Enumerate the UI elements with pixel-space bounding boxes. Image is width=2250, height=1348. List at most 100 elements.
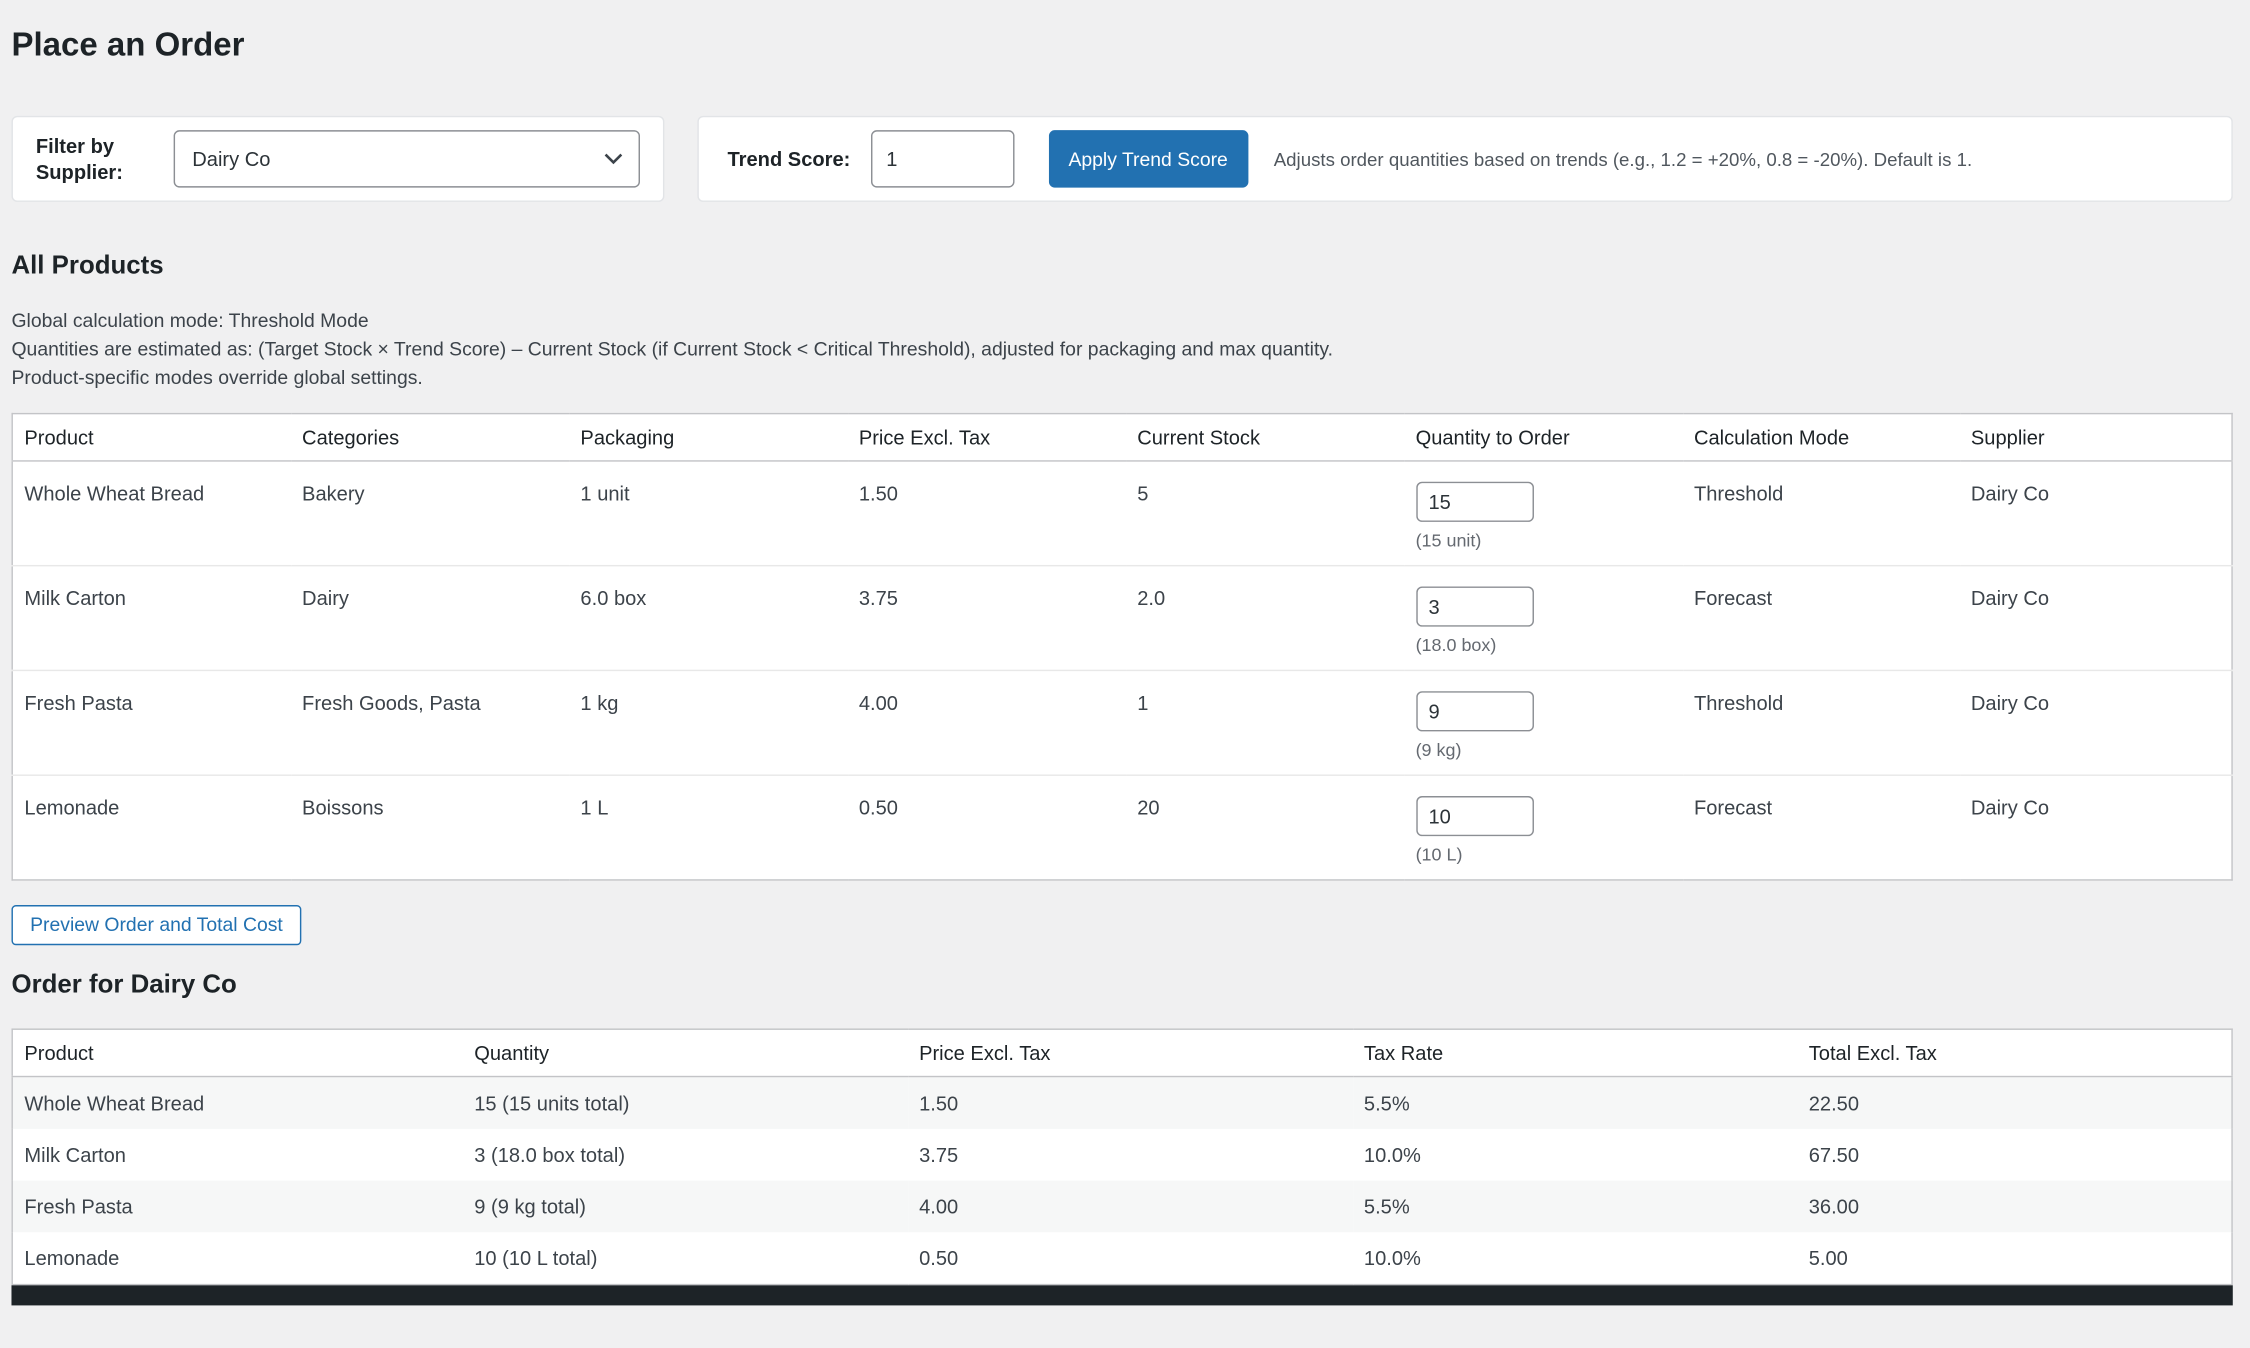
price-cell: 0.50 bbox=[847, 774, 1126, 880]
quantity-input[interactable] bbox=[1415, 691, 1534, 732]
table-row: Fresh Pasta Fresh Goods, Pasta 1 kg 4.00… bbox=[12, 669, 2233, 776]
total-cell: 36.00 bbox=[1808, 1194, 1860, 1218]
products-table: Product Categories Packaging Price Excl.… bbox=[11, 412, 2233, 881]
product-name-cell: Fresh Pasta bbox=[24, 1194, 133, 1218]
quantity-note: (10 L) bbox=[1415, 844, 1463, 865]
product-name-cell: Whole Wheat Bread bbox=[24, 1091, 205, 1115]
trend-score-label: Trend Score: bbox=[727, 147, 851, 171]
categories-cell: Bakery bbox=[302, 481, 365, 505]
table-row: Whole Wheat Bread 15 (15 units total) 1.… bbox=[12, 1076, 2233, 1129]
quantity-input[interactable] bbox=[1415, 481, 1534, 522]
categories-cell: Dairy bbox=[290, 564, 569, 671]
column-header-calculation-mode: Calculation Mode bbox=[1682, 413, 1960, 462]
calculation-mode-cell: Forecast bbox=[1682, 774, 1960, 880]
supplier-cell: Dairy Co bbox=[1959, 564, 2233, 671]
table-row: Fresh Pasta 9 (9 kg total) 4.00 5.5% 36.… bbox=[12, 1180, 2233, 1233]
packaging-cell: 1 kg bbox=[568, 669, 848, 776]
supplier-filter-panel: Filter by Supplier: Dairy Co bbox=[11, 115, 665, 202]
tax-rate-cell: 5.5% bbox=[1363, 1194, 1410, 1218]
supplier-select-wrap: Dairy Co bbox=[173, 130, 640, 188]
quantity-input[interactable] bbox=[1415, 796, 1534, 837]
supplier-cell: Dairy Co bbox=[1970, 481, 2050, 505]
column-header-total: Total Excl. Tax bbox=[1797, 1029, 2233, 1078]
table-row: Lemonade Boissons 1 L 0.50 20 (10 L) For… bbox=[12, 774, 2233, 880]
quantity-cell: (10 L) bbox=[1404, 774, 1683, 880]
total-cell: 67.50 bbox=[1808, 1143, 1860, 1167]
table-row: Milk Carton Dairy 6.0 box 3.75 2.0 (18.0… bbox=[12, 564, 2233, 671]
formula-line: Quantities are estimated as: (Target Sto… bbox=[11, 338, 1333, 360]
supplier-filter-label: Filter by Supplier: bbox=[35, 134, 123, 184]
calculation-mode-cell: Forecast bbox=[1682, 564, 1960, 671]
column-header-packaging: Packaging bbox=[568, 413, 848, 462]
price-cell: 1.50 bbox=[919, 1091, 959, 1115]
column-header-supplier: Supplier bbox=[1959, 413, 2233, 462]
total-cell: 5.00 bbox=[1808, 1246, 1848, 1270]
quantity-note: (18.0 box) bbox=[1415, 635, 1497, 656]
table-row: Lemonade 10 (10 L total) 0.50 10.0% 5.00 bbox=[12, 1232, 2232, 1284]
packaging-cell: 1 unit bbox=[580, 481, 630, 505]
price-cell: 3.75 bbox=[919, 1143, 959, 1167]
calculation-description: Global calculation mode: Threshold Mode … bbox=[11, 307, 2232, 393]
price-cell: 3.75 bbox=[847, 564, 1126, 671]
page-title: Place an Order bbox=[11, 25, 245, 63]
product-name-cell: Lemonade bbox=[12, 774, 291, 880]
categories-cell: Boissons bbox=[290, 774, 569, 880]
page-root: Place an Order Filter by Supplier: Dairy… bbox=[0, 24, 2250, 1348]
product-name-cell: Whole Wheat Bread bbox=[24, 481, 205, 505]
apply-trend-score-button[interactable]: Apply Trend Score bbox=[1048, 130, 1248, 188]
current-stock-cell: 5 bbox=[1137, 481, 1149, 505]
packaging-cell: 6.0 box bbox=[568, 564, 848, 671]
column-header-tax-rate: Tax Rate bbox=[1352, 1029, 1798, 1078]
table-row: Milk Carton 3 (18.0 box total) 3.75 10.0… bbox=[12, 1129, 2232, 1181]
quantity-cell: 15 (15 units total) bbox=[474, 1091, 630, 1115]
column-header-categories: Categories bbox=[290, 413, 569, 462]
price-cell: 1.50 bbox=[858, 481, 898, 505]
column-header-quantity: Quantity to Order bbox=[1404, 413, 1683, 462]
supplier-select[interactable]: Dairy Co bbox=[173, 130, 640, 188]
product-name-cell: Fresh Pasta bbox=[12, 669, 291, 776]
dark-footer-bar bbox=[11, 1285, 2233, 1306]
trend-score-help-text: Adjusts order quantities based on trends… bbox=[1273, 148, 1973, 170]
current-stock-cell: 20 bbox=[1125, 774, 1405, 880]
quantity-cell: (9 kg) bbox=[1404, 669, 1683, 776]
calculation-mode-cell: Threshold bbox=[1693, 481, 1784, 505]
supplier-cell: Dairy Co bbox=[1959, 774, 2233, 880]
supplier-cell: Dairy Co bbox=[1959, 669, 2233, 776]
column-header-price: Price Excl. Tax bbox=[907, 1029, 1353, 1078]
products-table-header-row: Product Categories Packaging Price Excl.… bbox=[12, 413, 2233, 462]
categories-cell: Fresh Goods, Pasta bbox=[290, 669, 569, 776]
global-mode-line: Global calculation mode: Threshold Mode bbox=[11, 309, 369, 332]
quantity-note: (9 kg) bbox=[1415, 740, 1462, 761]
quantity-cell: (15 unit) bbox=[1404, 461, 1682, 566]
quantity-note: (15 unit) bbox=[1415, 530, 1482, 551]
preview-order-button[interactable]: Preview Order and Total Cost bbox=[11, 905, 302, 946]
quantity-input[interactable] bbox=[1415, 586, 1534, 627]
tax-rate-cell: 10.0% bbox=[1363, 1246, 1421, 1270]
total-cell: 22.50 bbox=[1808, 1091, 1860, 1115]
column-header-quantity: Quantity bbox=[462, 1029, 908, 1078]
product-name-cell: Milk Carton bbox=[24, 1143, 126, 1167]
toolbar-row: Filter by Supplier: Dairy Co Trend Score… bbox=[11, 115, 2233, 202]
packaging-cell: 1 L bbox=[568, 774, 848, 880]
column-header-current-stock: Current Stock bbox=[1125, 413, 1405, 462]
tax-rate-cell: 10.0% bbox=[1363, 1143, 1421, 1167]
order-table-header-row: Product Quantity Price Excl. Tax Tax Rat… bbox=[12, 1029, 2233, 1078]
override-line: Product-specific modes override global s… bbox=[11, 366, 423, 389]
quantity-cell: (18.0 box) bbox=[1404, 564, 1683, 671]
calculation-mode-cell: Threshold bbox=[1682, 669, 1960, 776]
quantity-cell: 3 (18.0 box total) bbox=[474, 1143, 626, 1167]
content-area: Place an Order Filter by Supplier: Dairy… bbox=[11, 24, 2233, 1306]
current-stock-cell: 2.0 bbox=[1125, 564, 1405, 671]
order-table: Product Quantity Price Excl. Tax Tax Rat… bbox=[11, 1028, 2233, 1286]
current-stock-cell: 1 bbox=[1125, 669, 1405, 776]
price-cell: 4.00 bbox=[919, 1194, 959, 1218]
column-header-product: Product bbox=[12, 413, 291, 462]
all-products-heading: All Products bbox=[11, 250, 164, 280]
order-heading: Order for Dairy Co bbox=[11, 969, 237, 999]
quantity-cell: 10 (10 L total) bbox=[474, 1246, 598, 1270]
tax-rate-cell: 5.5% bbox=[1363, 1091, 1410, 1115]
table-row: Whole Wheat Bread Bakery 1 unit 1.50 5 (… bbox=[12, 461, 2232, 566]
product-name-cell: Milk Carton bbox=[12, 564, 291, 671]
trend-score-input[interactable] bbox=[870, 130, 1014, 188]
column-header-product: Product bbox=[12, 1029, 463, 1078]
